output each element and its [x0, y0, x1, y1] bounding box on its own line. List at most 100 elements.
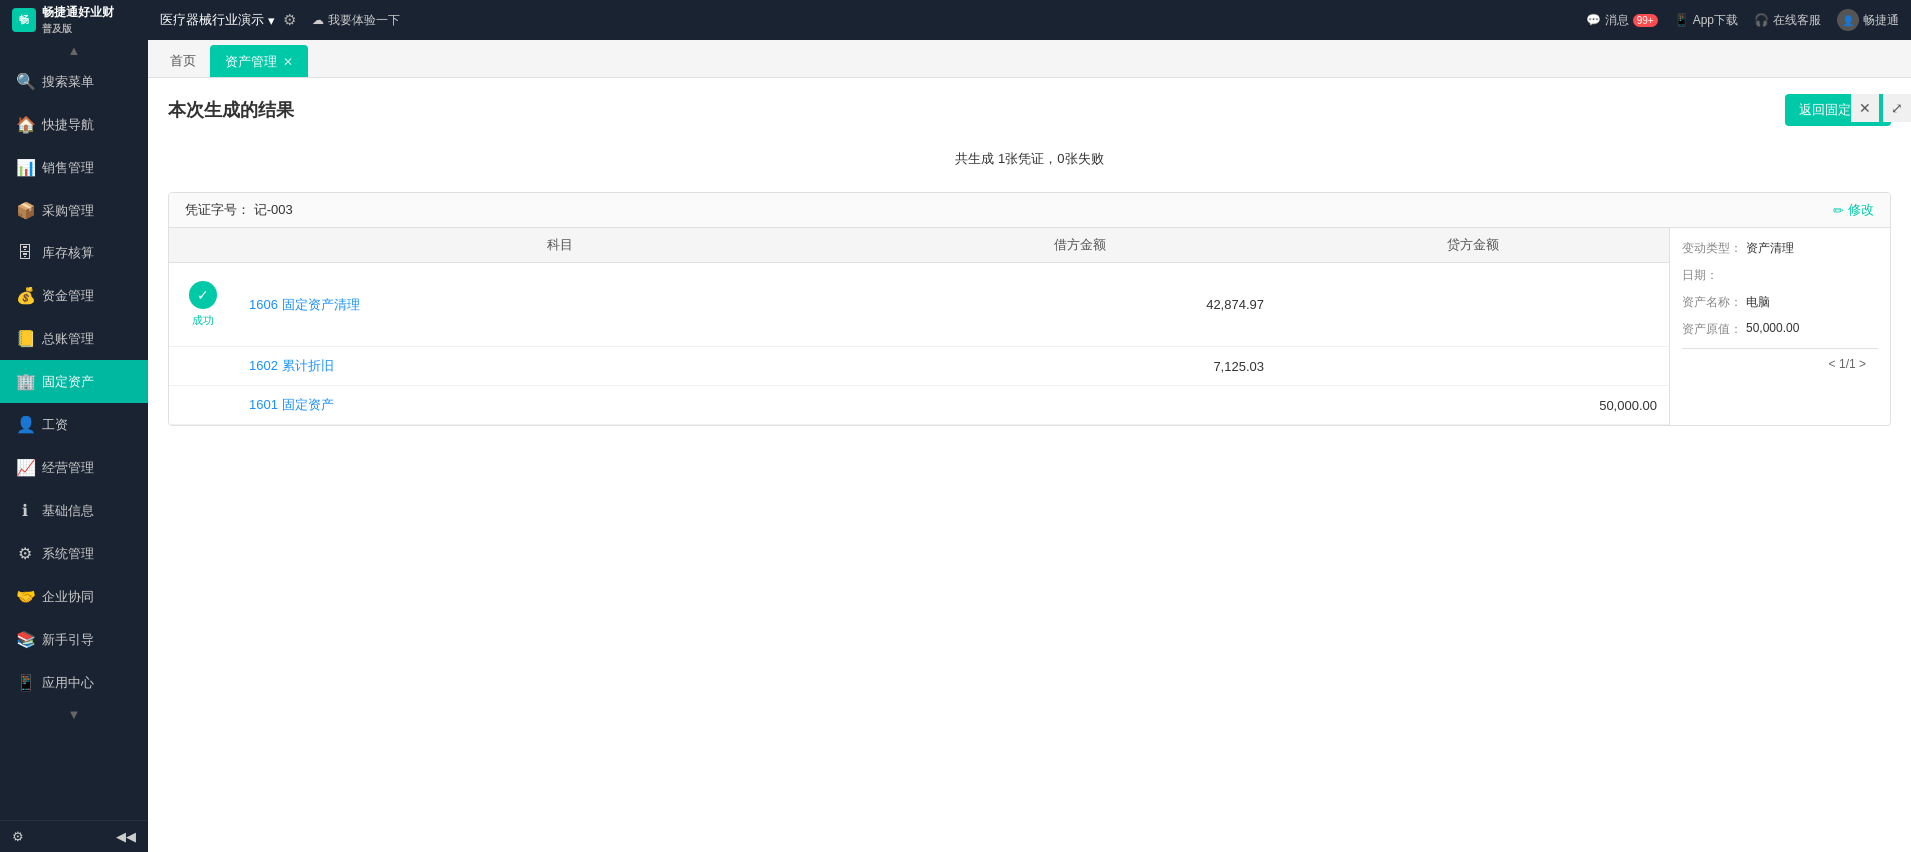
message-button[interactable]: 💬 消息 99+: [1586, 12, 1658, 29]
table-row: ✓ 成功 1606 固定资产清理 42,874.97: [169, 263, 1669, 347]
app-download-button[interactable]: 📱 App下载: [1674, 12, 1738, 29]
tab-label: 资产管理: [225, 53, 277, 71]
user-info[interactable]: 👤 畅捷通: [1837, 9, 1899, 31]
sidebar-item-label: 企业协同: [42, 588, 94, 606]
tab-asset-management[interactable]: 资产管理 ✕: [210, 45, 308, 77]
voucher-table: 科目 借方金额 贷方金额 ✓: [169, 228, 1670, 425]
success-icon: ✓: [189, 281, 217, 309]
sidebar-item-label: 固定资产: [42, 373, 94, 391]
page-content: 本次生成的结果 返回固定资产 共生成 1张凭证，0张失败 凭证字号： 记-003…: [148, 78, 1911, 852]
summary-text: 共生成 1张凭证，0张失败: [168, 142, 1891, 176]
guide-icon: 📚: [16, 630, 34, 649]
sidebar-item-funds[interactable]: 💰 资金管理: [0, 274, 148, 317]
money-icon: 💰: [16, 286, 34, 305]
voucher-data-table: 科目 借方金额 贷方金额 ✓: [169, 228, 1669, 425]
prev-page-icon[interactable]: <: [1829, 357, 1836, 371]
handshake-icon: 🤝: [16, 587, 34, 606]
side-row-date: 日期：: [1682, 267, 1878, 284]
sidebar-item-label: 总账管理: [42, 330, 94, 348]
person-icon: 👤: [16, 415, 34, 434]
sidebar-item-label: 销售管理: [42, 159, 94, 177]
sidebar-scroll-up[interactable]: ▲: [0, 40, 148, 60]
edit-icon: ✏: [1833, 203, 1844, 218]
header-settings-icon[interactable]: ⚙: [283, 11, 296, 29]
main-layout: ▲ 🔍 搜索菜单 🏠 快捷导航 📊 销售管理 📦 采购管理 🗄 库存核算 💰 资…: [0, 40, 1911, 852]
change-type-value: 资产清理: [1746, 240, 1794, 257]
edit-label: 修改: [1848, 201, 1874, 219]
voucher-header: 凭证字号： 记-003 ✏ 修改: [169, 193, 1890, 228]
row-subject: 1601 固定资产: [237, 386, 883, 425]
voucher-no-value: 记-003: [254, 202, 293, 217]
sidebar-item-app-center[interactable]: 📱 应用中心: [0, 661, 148, 704]
row-credit: [1276, 347, 1669, 386]
header-right-actions: 💬 消息 99+ 📱 App下载 🎧 在线客服 👤 畅捷通: [1586, 9, 1899, 31]
home-icon: 🏠: [16, 115, 34, 134]
col-subject: 科目: [237, 228, 883, 263]
company-selector[interactable]: 医疗器械行业演示 ▾: [160, 11, 275, 29]
app-icon: 📱: [16, 673, 34, 692]
table-row: 1602 累计折旧 7,125.03: [169, 347, 1669, 386]
col-credit: 贷方金额: [1276, 228, 1669, 263]
edit-button[interactable]: ✏ 修改: [1833, 201, 1874, 219]
sidebar-item-purchase[interactable]: 📦 采购管理: [0, 189, 148, 232]
app-logo: 畅 畅捷通好业财 普及版: [12, 4, 152, 36]
close-panel-button[interactable]: ✕: [1851, 94, 1879, 122]
pagination[interactable]: < 1/1 >: [1682, 348, 1878, 379]
phone-icon: 📱: [1674, 13, 1689, 27]
sidebar: ▲ 🔍 搜索菜单 🏠 快捷导航 📊 销售管理 📦 采购管理 🗄 库存核算 💰 资…: [0, 40, 148, 852]
date-label: 日期：: [1682, 267, 1718, 284]
online-service-button[interactable]: 🎧 在线客服: [1754, 12, 1821, 29]
logo-edition: 普及版: [42, 22, 114, 36]
sidebar-item-label: 快捷导航: [42, 116, 94, 134]
sidebar-item-guide[interactable]: 📚 新手引导: [0, 618, 148, 661]
asset-name-label: 资产名称：: [1682, 294, 1742, 311]
page-header: 本次生成的结果 返回固定资产: [168, 94, 1891, 126]
experience-banner[interactable]: ☁ 我要体验一下: [312, 12, 400, 29]
sidebar-item-label: 基础信息: [42, 502, 94, 520]
sidebar-scroll-down[interactable]: ▼: [0, 704, 148, 724]
row-debit: 42,874.97: [883, 263, 1276, 347]
sidebar-item-management[interactable]: 📈 经营管理: [0, 446, 148, 489]
side-controls: ✕ ⤢: [1851, 94, 1911, 122]
tab-close-icon[interactable]: ✕: [283, 55, 293, 69]
tab-home-label: 首页: [170, 52, 196, 70]
sidebar-item-ledger[interactable]: 📒 总账管理: [0, 317, 148, 360]
table-row: 1601 固定资产 50,000.00: [169, 386, 1669, 425]
next-page-icon[interactable]: >: [1859, 357, 1866, 371]
inventory-icon: 🗄: [16, 244, 34, 262]
sidebar-item-label: 应用中心: [42, 674, 94, 692]
sidebar-bottom: ⚙ ◀◀: [0, 820, 148, 852]
sidebar-settings-icon[interactable]: ⚙: [12, 829, 24, 844]
content-area: 首页 资产管理 ✕ 本次生成的结果 返回固定资产 共生成 1张凭证，0张失败: [148, 40, 1911, 852]
sidebar-item-label: 工资: [42, 416, 68, 434]
book-icon: 📒: [16, 329, 34, 348]
building-icon: 🏢: [16, 372, 34, 391]
tab-home[interactable]: 首页: [156, 45, 210, 77]
row-debit: 7,125.03: [883, 347, 1276, 386]
trending-icon: 📈: [16, 458, 34, 477]
expand-panel-button[interactable]: ⤢: [1883, 94, 1911, 122]
message-label: 消息: [1605, 12, 1629, 29]
success-label: 成功: [192, 313, 214, 328]
sidebar-item-quick-nav[interactable]: 🏠 快捷导航: [0, 103, 148, 146]
sidebar-item-salary[interactable]: 👤 工资: [0, 403, 148, 446]
asset-value-label: 资产原值：: [1682, 321, 1742, 338]
dropdown-icon: ▾: [268, 13, 275, 28]
sidebar-item-search-menu[interactable]: 🔍 搜索菜单: [0, 60, 148, 103]
sidebar-item-fixed-assets[interactable]: 🏢 固定资产: [0, 360, 148, 403]
sidebar-item-sales[interactable]: 📊 销售管理: [0, 146, 148, 189]
sidebar-item-inventory[interactable]: 🗄 库存核算: [0, 232, 148, 274]
user-name: 畅捷通: [1863, 12, 1899, 29]
row-subject: 1606 固定资产清理: [237, 263, 883, 347]
sidebar-collapse-icon[interactable]: ◀◀: [116, 829, 136, 844]
sidebar-item-basic-info[interactable]: ℹ 基础信息: [0, 489, 148, 532]
sidebar-item-enterprise[interactable]: 🤝 企业协同: [0, 575, 148, 618]
voucher-section: 凭证字号： 记-003 ✏ 修改: [168, 192, 1891, 426]
sidebar-item-system[interactable]: ⚙ 系统管理: [0, 532, 148, 575]
asset-value-value: 50,000.00: [1746, 321, 1799, 335]
company-name: 医疗器械行业演示: [160, 11, 264, 29]
side-row-asset-value: 资产原值： 50,000.00: [1682, 321, 1878, 338]
message-badge: 99+: [1633, 14, 1658, 27]
row-credit: [1276, 263, 1669, 347]
row-status-empty: [169, 386, 237, 425]
